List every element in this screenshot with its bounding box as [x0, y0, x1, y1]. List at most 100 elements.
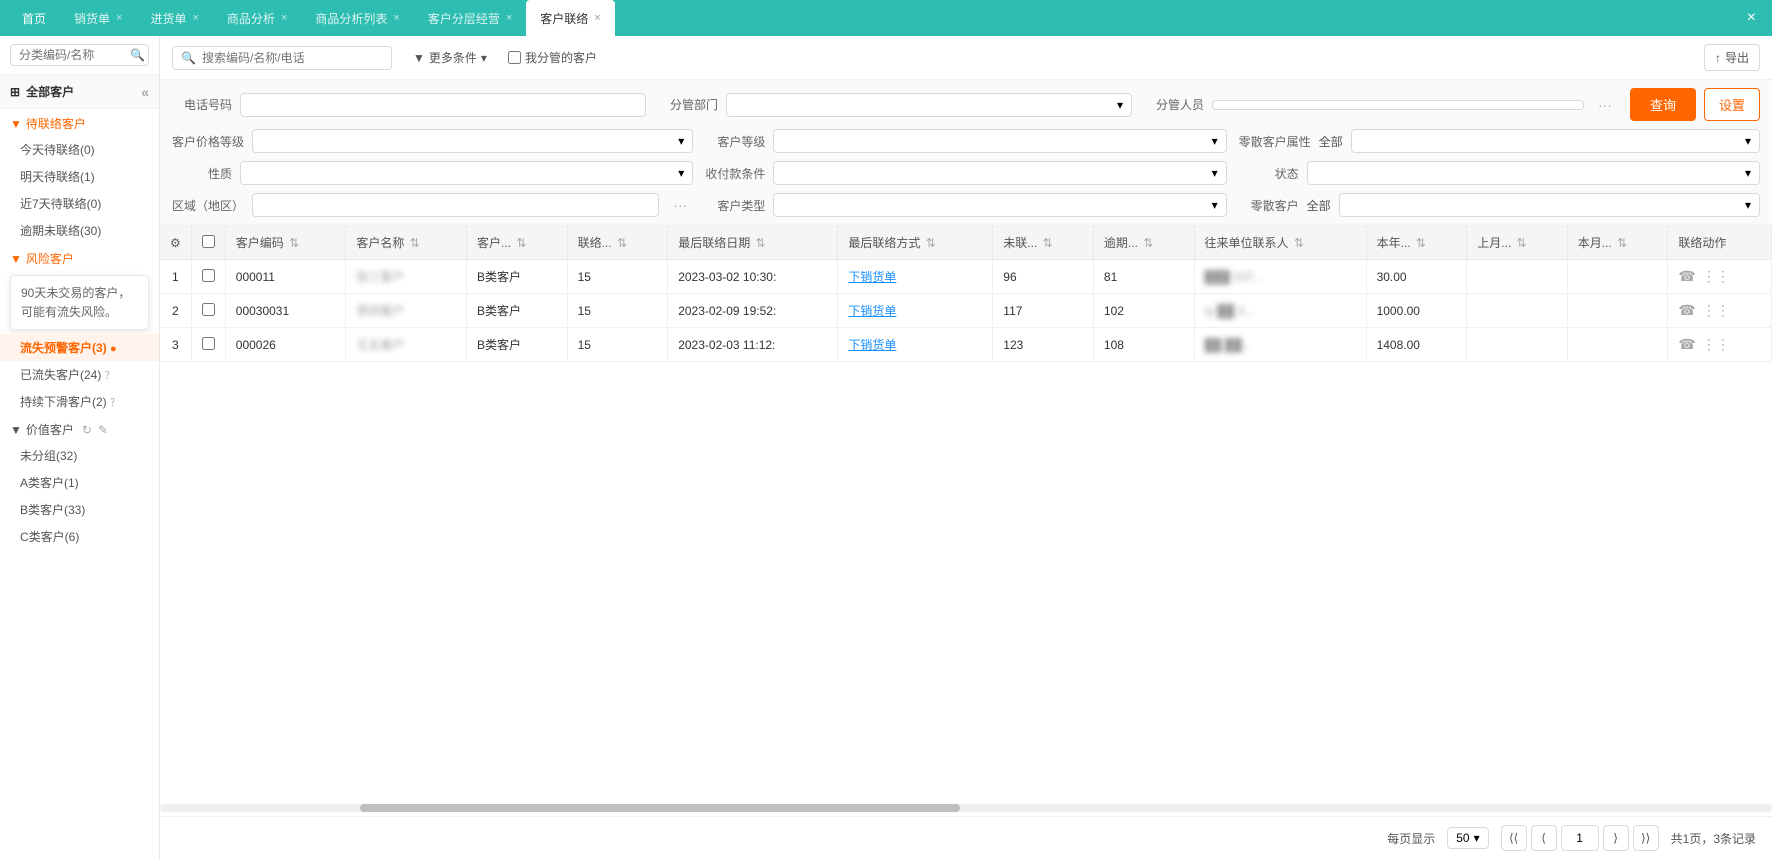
more-action-icon-3[interactable]: ⋮⋮ — [1702, 336, 1730, 353]
cell-index-3: 3 — [160, 328, 191, 362]
filter-zero-customer-select[interactable]: ▾ — [1339, 193, 1760, 217]
col-settings[interactable]: ⚙ — [160, 226, 191, 260]
filter-status-select[interactable]: ▾ — [1307, 161, 1760, 185]
page-prev-btn[interactable]: ⟨ — [1531, 825, 1557, 851]
filter-manager-ellipsis[interactable]: ··· — [1592, 93, 1618, 117]
sidebar-item-class-a[interactable]: A类客户(1) — [0, 469, 159, 496]
sort-contact-icon[interactable]: ⇅ — [617, 236, 627, 250]
sidebar-item-tomorrow[interactable]: 明天待联络(1) — [0, 163, 159, 190]
sidebar-item-7days[interactable]: 近7天待联络(0) — [0, 190, 159, 217]
sort-overdue-icon[interactable]: ⇅ — [1143, 236, 1153, 250]
sort-type-icon[interactable]: ⇅ — [516, 236, 526, 250]
tab-customer-tier-close[interactable]: × — [506, 13, 512, 24]
cell-method-3[interactable]: 下销货单 — [838, 328, 993, 362]
sidebar-section-value[interactable]: ▼ 价值客户 ↻ ✎ — [0, 415, 159, 442]
sidebar-item-ungrouped[interactable]: 未分组(32) — [0, 442, 159, 469]
sort-method-icon[interactable]: ⇅ — [926, 236, 936, 250]
cell-overdue-3: 108 — [1093, 328, 1194, 362]
cell-check-3[interactable] — [191, 328, 225, 362]
settings-button[interactable]: 设置 — [1704, 88, 1760, 121]
contact-action-icon-1[interactable]: ☎ — [1678, 268, 1695, 285]
filter-price-select[interactable]: ▾ — [252, 129, 693, 153]
sidebar-item-class-b[interactable]: B类客户(33) — [0, 496, 159, 523]
scrollbar-thumb[interactable] — [360, 804, 960, 812]
query-button[interactable]: 查询 — [1630, 88, 1696, 121]
sort-code-icon[interactable]: ⇅ — [289, 236, 299, 250]
tab-purchase-close[interactable]: × — [192, 13, 198, 24]
sort-uncontacted-icon[interactable]: ⇅ — [1043, 236, 1053, 250]
col-checkbox[interactable] — [191, 226, 225, 260]
refresh-icon[interactable]: ↻ — [82, 423, 92, 437]
filter-area-input[interactable] — [252, 193, 659, 217]
contact-action-icon-2[interactable]: ☎ — [1678, 302, 1695, 319]
sort-year-icon[interactable]: ⇅ — [1416, 236, 1426, 250]
filter-area-ellipsis[interactable]: ··· — [667, 193, 693, 217]
tab-analysis-list-close[interactable]: × — [393, 13, 399, 24]
filter-nature-select[interactable]: ▾ — [240, 161, 693, 185]
page-next-btn[interactable]: ⟩ — [1603, 825, 1629, 851]
my-customers-checkbox-container[interactable]: 我分管的客户 — [508, 49, 597, 66]
page-size-select[interactable]: 50 ▾ — [1447, 827, 1488, 849]
tab-purchase[interactable]: 进货单 × — [136, 0, 212, 36]
sidebar-section-pending[interactable]: ▼ 待联络客户 — [0, 109, 159, 136]
filter-level-select[interactable]: ▾ — [773, 129, 1226, 153]
sidebar-search-input[interactable] — [10, 44, 149, 66]
select-all-checkbox[interactable] — [202, 235, 215, 248]
filter-phone-input[interactable] — [240, 93, 646, 117]
cell-method-2[interactable]: 下销货单 — [838, 294, 993, 328]
row-checkbox-3[interactable] — [202, 337, 215, 350]
row-checkbox-2[interactable] — [202, 303, 215, 316]
tab-analysis-close[interactable]: × — [281, 13, 287, 24]
tab-analysis[interactable]: 商品分析 × — [213, 0, 301, 36]
sort-tmonth-icon[interactable]: ⇅ — [1617, 236, 1627, 250]
cell-method-1[interactable]: 下销货单 — [838, 260, 993, 294]
cell-check-1[interactable] — [191, 260, 225, 294]
sort-date-icon[interactable]: ⇅ — [756, 236, 766, 250]
page-first-btn[interactable]: ⟨⟨ — [1501, 825, 1527, 851]
filter-customer-type-label: 客户类型 — [705, 197, 765, 214]
my-customers-checkbox[interactable] — [508, 51, 521, 64]
sort-contacts-icon[interactable]: ⇅ — [1294, 236, 1304, 250]
orange-dot-icon: ● — [110, 343, 117, 355]
tab-home[interactable]: 首页 — [8, 0, 60, 36]
sidebar-item-churned[interactable]: 已流失客户(24) ？ — [0, 361, 159, 388]
more-action-icon-1[interactable]: ⋮⋮ — [1702, 268, 1730, 285]
filter-manager-select[interactable] — [1212, 100, 1584, 110]
sidebar-item-overdue[interactable]: 逾期未联络(30) — [0, 217, 159, 244]
horizontal-scrollbar[interactable] — [160, 800, 1772, 816]
search-icon: 🔍 — [130, 48, 145, 62]
sidebar-item-class-c[interactable]: C类客户(6) — [0, 523, 159, 550]
more-conditions-btn[interactable]: ▼ 更多条件 ▾ — [404, 44, 496, 71]
tab-analysis-list[interactable]: 商品分析列表 × — [301, 0, 413, 36]
tab-sales[interactable]: 销货单 × — [60, 0, 136, 36]
sidebar-item-declining[interactable]: 持续下滑客户(2) ？ — [0, 388, 159, 415]
tab-customer-contact[interactable]: 客户联络 × — [526, 0, 614, 36]
cell-check-2[interactable] — [191, 294, 225, 328]
tab-sales-close[interactable]: × — [116, 13, 122, 24]
filter-search-box[interactable]: 🔍 — [172, 46, 392, 70]
export-button[interactable]: ↑ 导出 — [1704, 44, 1760, 71]
tab-customer-contact-close[interactable]: × — [594, 13, 600, 24]
edit-icon[interactable]: ✎ — [98, 423, 108, 437]
filter-customer-type-select[interactable]: ▾ — [773, 193, 1226, 217]
filter-manager-label: 分管人员 — [1144, 96, 1204, 113]
filter-dept-select[interactable]: ▾ — [726, 93, 1132, 117]
tab-customer-tier[interactable]: 客户分层经营 × — [414, 0, 526, 36]
filter-zero-attr-select[interactable]: ▾ — [1351, 129, 1760, 153]
window-close-button[interactable]: × — [1739, 9, 1764, 27]
sidebar-collapse-icon[interactable]: « — [141, 84, 149, 100]
more-action-icon-2[interactable]: ⋮⋮ — [1702, 302, 1730, 319]
sidebar-section-risk[interactable]: ▼ 风险客户 — [0, 244, 159, 271]
page-last-btn[interactable]: ⟩⟩ — [1633, 825, 1659, 851]
chevron-down-icon7: ▾ — [1212, 166, 1218, 180]
sidebar-item-today[interactable]: 今天待联络(0) — [0, 136, 159, 163]
page-number-input[interactable] — [1568, 831, 1592, 845]
sort-name-icon[interactable]: ⇅ — [410, 236, 420, 250]
filter-search-input[interactable] — [202, 51, 383, 65]
row-checkbox-1[interactable] — [202, 269, 215, 282]
contact-action-icon-3[interactable]: ☎ — [1678, 336, 1695, 353]
chevron-down-icon2: ▾ — [1117, 98, 1123, 112]
sidebar-item-churn-warning[interactable]: 流失预警客户(3) ● — [0, 334, 159, 361]
filter-payment-select[interactable]: ▾ — [773, 161, 1226, 185]
sort-lmonth-icon[interactable]: ⇅ — [1517, 236, 1527, 250]
